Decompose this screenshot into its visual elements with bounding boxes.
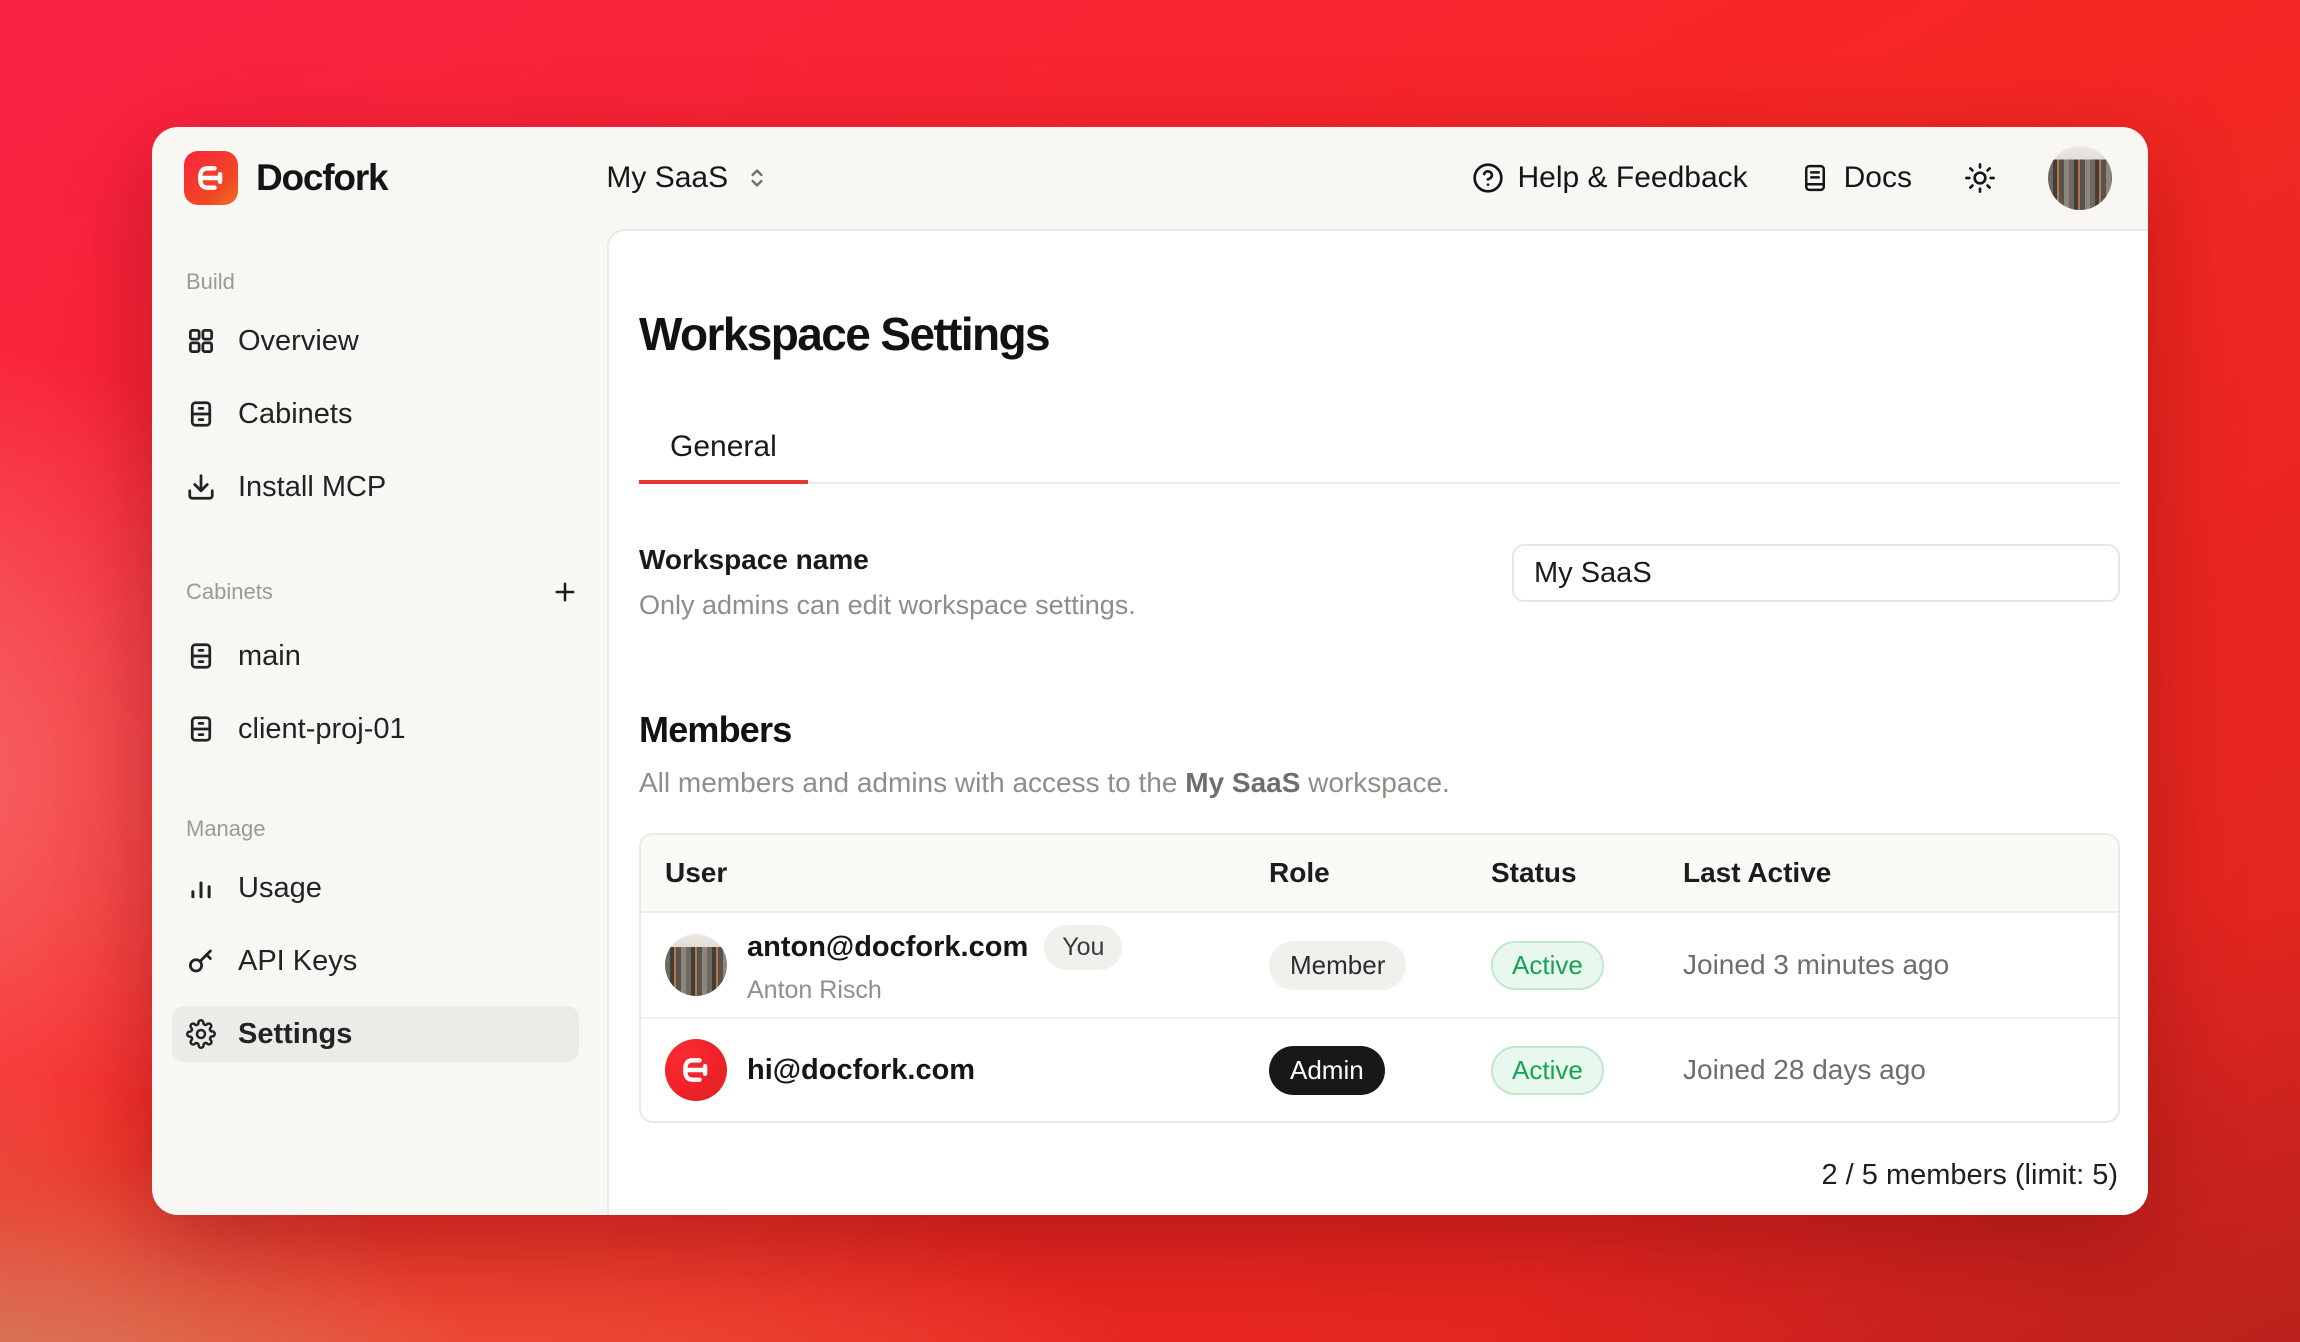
workspace-name-input[interactable] bbox=[1512, 544, 2120, 602]
main-panel: Workspace Settings General Workspace nam… bbox=[607, 229, 2148, 1215]
role-badge: Member bbox=[1269, 940, 1407, 990]
workspace-name-hint: Only admins can edit workspace settings. bbox=[639, 590, 1136, 620]
workspace-switcher[interactable]: My SaaS bbox=[606, 161, 770, 195]
role-badge: Admin bbox=[1269, 1045, 1385, 1095]
cabinet-icon bbox=[186, 399, 216, 429]
sidebar-item-label: Overview bbox=[238, 324, 359, 357]
sidebar: Build Overview Cabinets Install MCP Cabi… bbox=[152, 229, 607, 1215]
member-last-active: Joined 3 minutes ago bbox=[1683, 949, 1950, 980]
member-avatar bbox=[665, 934, 727, 996]
sidebar-item-install-mcp[interactable]: Install MCP bbox=[172, 459, 579, 515]
docs-book-icon bbox=[1800, 162, 1830, 194]
help-feedback-label: Help & Feedback bbox=[1517, 161, 1748, 194]
app-window: Docfork My SaaS Help & Feedback Docs Bui… bbox=[152, 127, 2148, 1215]
member-email: hi@docfork.com bbox=[747, 1053, 976, 1086]
sidebar-item-cabinets[interactable]: Cabinets bbox=[172, 386, 579, 442]
sidebar-item-label: main bbox=[238, 639, 301, 672]
help-circle-icon bbox=[1472, 162, 1504, 194]
members-title: Members bbox=[639, 709, 792, 750]
sidebar-section-cabinets: Cabinets bbox=[186, 574, 579, 610]
cabinet-icon bbox=[186, 714, 216, 744]
members-table-header: User Role Status Last Active bbox=[641, 835, 2118, 913]
sidebar-section-manage: Manage bbox=[186, 816, 266, 841]
docs-label: Docs bbox=[1843, 161, 1912, 194]
column-header-status: Status bbox=[1491, 857, 1577, 888]
theme-toggle-button[interactable] bbox=[1964, 162, 1996, 194]
sidebar-item-label: Usage bbox=[238, 871, 322, 904]
topbar-actions: Help & Feedback Docs bbox=[1472, 146, 2112, 210]
sidebar-item-settings[interactable]: Settings bbox=[172, 1006, 579, 1062]
cabinet-icon bbox=[186, 641, 216, 671]
topbar: Docfork My SaaS Help & Feedback Docs bbox=[152, 127, 2148, 229]
sidebar-item-cabinet-main[interactable]: main bbox=[172, 628, 579, 684]
sidebar-item-label: client-proj-01 bbox=[238, 712, 406, 745]
download-icon bbox=[186, 472, 216, 502]
member-avatar-docfork bbox=[665, 1039, 727, 1101]
workspace-switcher-label: My SaaS bbox=[606, 161, 729, 194]
tab-general[interactable]: General bbox=[639, 430, 808, 484]
brand-logo[interactable]: Docfork bbox=[184, 151, 389, 205]
page-title: Workspace Settings bbox=[639, 308, 1051, 360]
sidebar-section-build: Build bbox=[186, 269, 235, 294]
docfork-logo-icon bbox=[184, 151, 238, 205]
chevron-up-down-icon bbox=[744, 165, 770, 191]
add-cabinet-button[interactable] bbox=[547, 574, 583, 610]
sidebar-item-label: Cabinets bbox=[238, 397, 353, 430]
sidebar-item-cabinet-client-proj-01[interactable]: client-proj-01 bbox=[172, 701, 579, 757]
tab-bar: General bbox=[639, 430, 2120, 484]
docs-button[interactable]: Docs bbox=[1800, 161, 1912, 195]
table-row: hi@docfork.com Admin Active Joined 28 da… bbox=[641, 1017, 2118, 1121]
you-badge: You bbox=[1044, 925, 1123, 970]
key-icon bbox=[186, 946, 216, 976]
workspace-name-row: Workspace name Only admins can edit work… bbox=[639, 544, 2120, 621]
member-email: anton@docfork.com bbox=[747, 931, 1029, 963]
help-feedback-button[interactable]: Help & Feedback bbox=[1472, 161, 1748, 195]
sidebar-item-api-keys[interactable]: API Keys bbox=[172, 933, 579, 989]
members-count: 2 / 5 members (limit: 5) bbox=[1821, 1159, 2119, 1191]
status-badge: Active bbox=[1491, 940, 1604, 990]
member-name: Anton Risch bbox=[747, 976, 882, 1004]
column-header-last-active: Last Active bbox=[1683, 857, 1832, 888]
members-description: All members and admins with access to th… bbox=[639, 767, 1450, 798]
page-background: Docfork My SaaS Help & Feedback Docs Bui… bbox=[0, 0, 2300, 1342]
sidebar-item-label: Settings bbox=[238, 1017, 353, 1050]
sidebar-item-overview[interactable]: Overview bbox=[172, 313, 579, 369]
sidebar-item-usage[interactable]: Usage bbox=[172, 860, 579, 916]
user-avatar[interactable] bbox=[2048, 146, 2112, 210]
gear-icon bbox=[186, 1019, 216, 1049]
sun-icon bbox=[1964, 162, 1996, 194]
status-badge: Active bbox=[1491, 1045, 1604, 1095]
column-header-user: User bbox=[665, 857, 728, 888]
workspace-name-label: Workspace name bbox=[639, 544, 869, 575]
sidebar-item-label: Install MCP bbox=[238, 470, 387, 503]
column-header-role: Role bbox=[1269, 857, 1330, 888]
table-row: anton@docfork.com You Anton Risch Member… bbox=[641, 913, 2118, 1017]
brand-name: Docfork bbox=[256, 157, 389, 198]
member-last-active: Joined 28 days ago bbox=[1683, 1054, 1926, 1085]
members-table: User Role Status Last Active anton@docfo… bbox=[639, 833, 2120, 1123]
sidebar-item-label: API Keys bbox=[238, 944, 358, 977]
bar-chart-icon bbox=[186, 873, 216, 903]
grid-icon bbox=[186, 326, 216, 356]
